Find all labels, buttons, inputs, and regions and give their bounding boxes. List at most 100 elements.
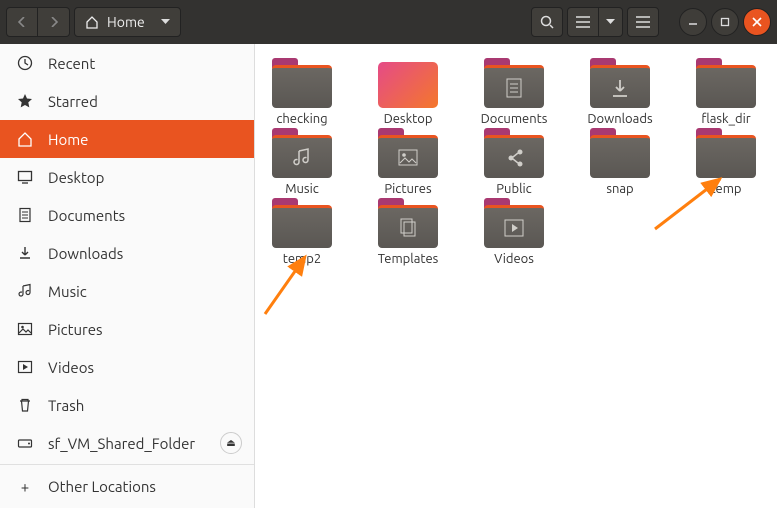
sidebar-item-label: Pictures	[48, 321, 103, 338]
folder-music[interactable]: Music	[263, 128, 341, 196]
documents-icon	[16, 207, 34, 223]
sidebar-item-documents[interactable]: Documents	[0, 196, 254, 234]
folder-label: Public	[496, 182, 531, 196]
folder-videos[interactable]: Videos	[475, 198, 553, 266]
folder-templates[interactable]: Templates	[369, 198, 447, 266]
drive-icon	[16, 435, 34, 451]
minimize-button[interactable]	[679, 8, 707, 36]
folder-temp2[interactable]: temp2	[263, 198, 341, 266]
close-button[interactable]	[743, 8, 771, 36]
caret-down-icon	[606, 19, 615, 25]
search-button[interactable]	[531, 7, 563, 37]
music-icon	[16, 283, 34, 299]
folder-label: snap	[606, 182, 633, 196]
folder-checking[interactable]: checking	[263, 58, 341, 126]
search-icon	[540, 15, 554, 29]
folder-icon	[378, 205, 438, 248]
folder-icon	[590, 65, 650, 108]
sidebar-item-label: Trash	[48, 397, 84, 414]
forward-button[interactable]	[38, 7, 70, 37]
back-button[interactable]	[6, 7, 38, 37]
folder-temp[interactable]: temp	[687, 128, 765, 196]
sidebar-item-recent[interactable]: Recent	[0, 44, 254, 82]
sidebar-item-trash[interactable]: Trash	[0, 386, 254, 424]
titlebar: Home	[0, 0, 777, 44]
sidebar-item-label: Starred	[48, 93, 98, 110]
folder-pictures[interactable]: Pictures	[369, 128, 447, 196]
folder-snap[interactable]: snap	[581, 128, 659, 196]
sidebar-item-label: Recent	[48, 55, 95, 72]
folder-label: temp2	[283, 252, 321, 266]
list-view-button[interactable]	[567, 7, 599, 37]
path-location: Home	[107, 14, 145, 30]
plus-icon: +	[16, 478, 34, 495]
sidebar: Recent Starred Home Desktop Documents Downloa…	[0, 44, 255, 508]
folder-label: Pictures	[384, 182, 431, 196]
folder-icon	[696, 65, 756, 108]
view-group	[567, 7, 623, 37]
pictures-icon	[16, 321, 34, 337]
folder-icon	[272, 135, 332, 178]
folder-label: flask_dir	[701, 112, 750, 126]
folder-icon	[484, 65, 544, 108]
folder-label: Videos	[494, 252, 534, 266]
trash-icon	[16, 397, 34, 413]
folder-icon	[272, 205, 332, 248]
videos-icon	[16, 359, 34, 375]
folder-public[interactable]: Public	[475, 128, 553, 196]
eject-button[interactable]: ⏏	[220, 432, 242, 454]
folder-documents[interactable]: Documents	[475, 58, 553, 126]
sidebar-item-videos[interactable]: Videos	[0, 348, 254, 386]
folder-label: Downloads	[587, 112, 652, 126]
sidebar-item-label: Documents	[48, 207, 125, 224]
sidebar-item-label: Videos	[48, 359, 94, 376]
sidebar-item-label: Desktop	[48, 169, 104, 186]
content-area: checking Desktop Documents Downloads flask_d…	[255, 44, 777, 508]
sidebar-item-label: Downloads	[48, 245, 123, 262]
sidebar-item-desktop[interactable]: Desktop	[0, 158, 254, 196]
hamburger-menu-button[interactable]	[627, 7, 659, 37]
folder-grid: checking Desktop Documents Downloads flask_d…	[263, 58, 769, 266]
close-icon	[752, 17, 762, 27]
folder-icon	[378, 135, 438, 178]
hamburger-icon	[636, 16, 650, 28]
folder-flask-dir[interactable]: flask_dir	[687, 58, 765, 126]
folder-desktop[interactable]: Desktop	[369, 58, 447, 126]
desktop-icon	[16, 169, 34, 185]
caret-down-icon	[161, 19, 170, 25]
folder-icon	[696, 135, 756, 178]
list-icon	[576, 16, 590, 28]
sidebar-other-locations[interactable]: + Other Locations	[0, 467, 254, 505]
maximize-icon	[720, 17, 730, 27]
path-bar[interactable]: Home	[74, 7, 181, 37]
folder-label: temp	[710, 182, 741, 196]
sidebar-item-home[interactable]: Home	[0, 120, 254, 158]
chevron-left-icon	[17, 17, 27, 27]
folder-downloads[interactable]: Downloads	[581, 58, 659, 126]
minimize-icon	[688, 17, 698, 27]
chevron-right-icon	[49, 17, 59, 27]
view-options-button[interactable]	[599, 7, 623, 37]
downloads-icon	[16, 245, 34, 261]
other-locations-label: Other Locations	[48, 478, 156, 495]
folder-icon	[484, 205, 544, 248]
folder-icon	[484, 135, 544, 178]
folder-icon	[272, 65, 332, 108]
star-icon	[16, 93, 34, 109]
sidebar-item-music[interactable]: Music	[0, 272, 254, 310]
folder-label: checking	[276, 112, 327, 126]
sidebar-item-label: Home	[48, 131, 88, 148]
sidebar-item-label: Music	[48, 283, 87, 300]
sidebar-item-downloads[interactable]: Downloads	[0, 234, 254, 272]
sidebar-item-sf-vm-shared-folder[interactable]: sf_VM_Shared_Folder ⏏	[0, 424, 254, 462]
folder-label: Templates	[378, 252, 439, 266]
separator	[0, 464, 254, 465]
nav-group	[6, 7, 70, 37]
sidebar-item-label: sf_VM_Shared_Folder	[48, 435, 195, 452]
sidebar-item-starred[interactable]: Starred	[0, 82, 254, 120]
folder-label: Documents	[481, 112, 548, 126]
folder-icon	[590, 135, 650, 178]
sidebar-item-pictures[interactable]: Pictures	[0, 310, 254, 348]
maximize-button[interactable]	[711, 8, 739, 36]
folder-icon	[378, 62, 438, 108]
